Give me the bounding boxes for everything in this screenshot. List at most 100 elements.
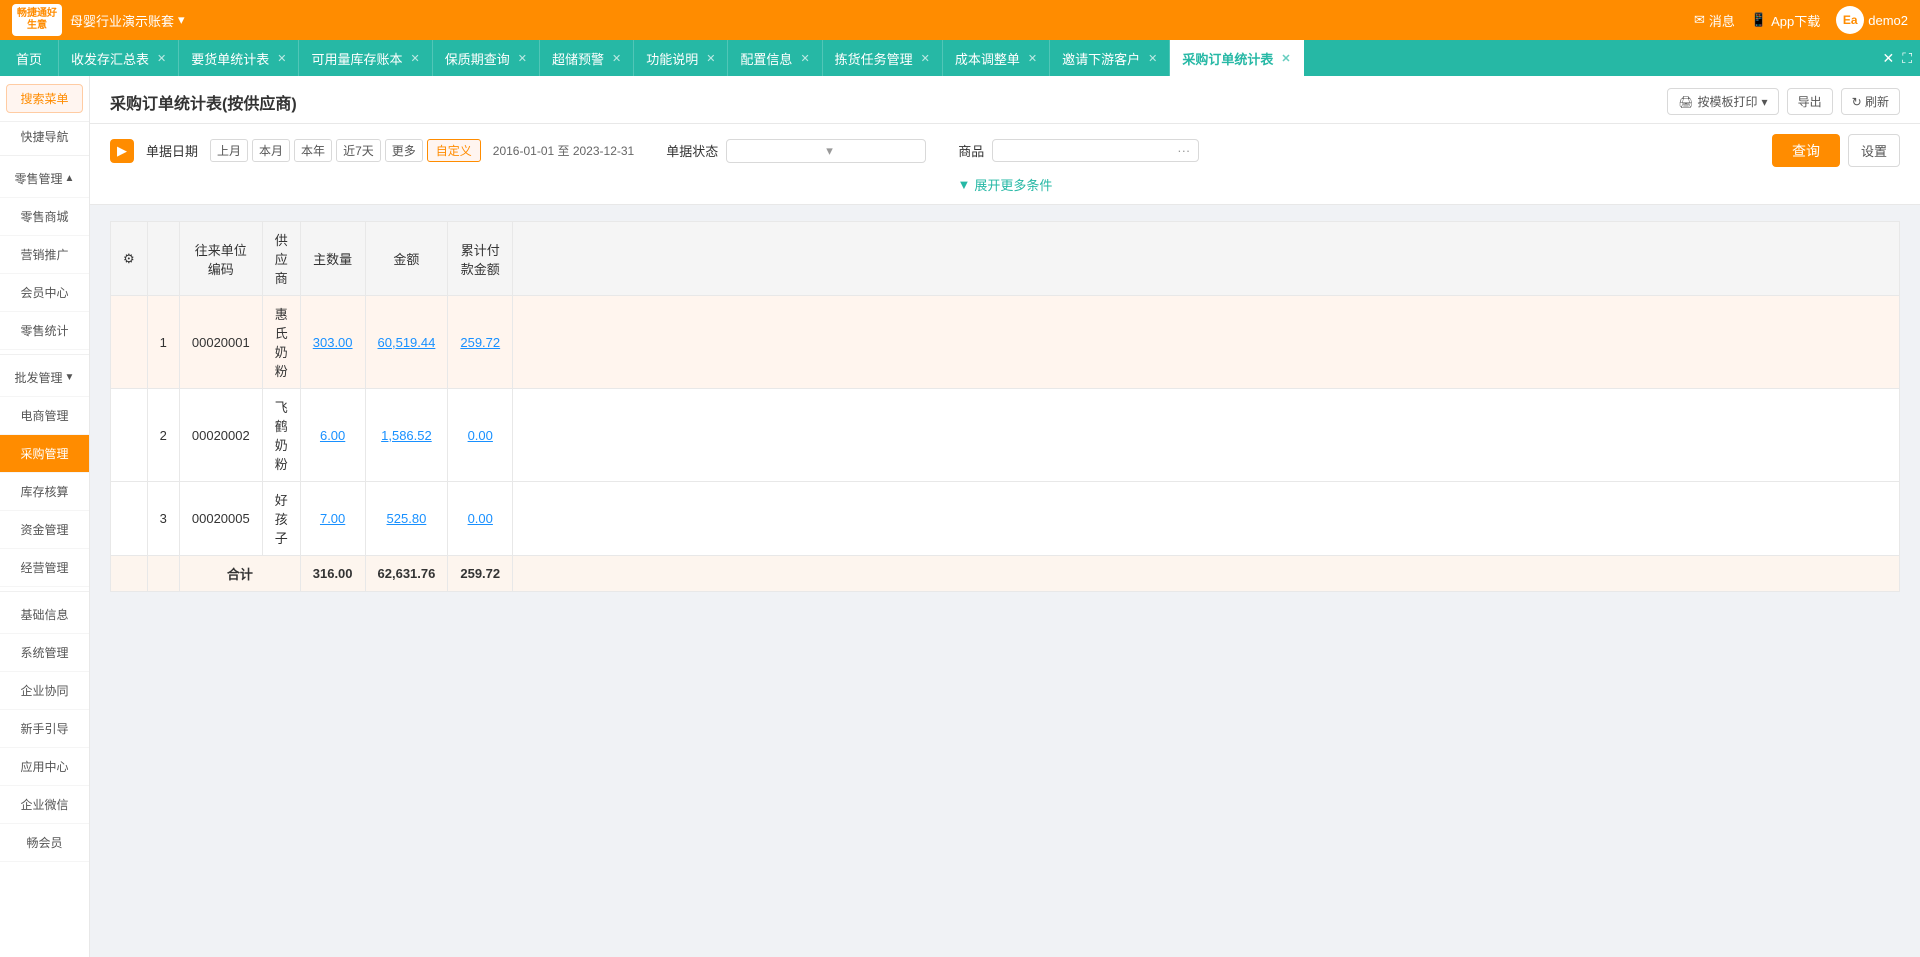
refresh-btn[interactable]: ↻ 刷新 <box>1841 88 1900 115</box>
date-btn-this-year[interactable]: 本年 <box>294 139 332 162</box>
expand-more-btn[interactable]: ▼ 展开更多条件 <box>110 175 1900 194</box>
table-row[interactable]: 3 00020005 好孩子 7.00 525.80 0.00 <box>111 482 1900 556</box>
tab-usable-stock-label: 可用量库存账本 <box>311 49 402 68</box>
tab-config-info-close[interactable]: ✕ <box>800 52 809 65</box>
date-btn-more[interactable]: 更多 <box>385 139 423 162</box>
sidebar-item-retail-mgmt-arrow: ▲ <box>65 173 75 184</box>
table-row[interactable]: 1 00020001 惠氏奶粉 303.00 60,519.44 259.72 <box>111 296 1900 389</box>
sidebar-item-wholesale-arrow: ▼ <box>65 372 75 383</box>
tab-invite-downstream-close[interactable]: ✕ <box>1148 52 1157 65</box>
row-supplier: 惠氏奶粉 <box>262 296 300 389</box>
row-main-qty[interactable]: 6.00 <box>300 389 365 482</box>
row-amount[interactable]: 1,586.52 <box>365 389 448 482</box>
tab-close-all[interactable]: ✕ <box>1882 50 1894 67</box>
sidebar-item-enterprise-wechat[interactable]: 企业微信 <box>0 786 89 824</box>
date-btn-this-month[interactable]: 本月 <box>252 139 290 162</box>
th-extra <box>513 222 1900 296</box>
sidebar-item-retail-mall[interactable]: 零售商城 <box>0 198 89 236</box>
row-main-qty[interactable]: 7.00 <box>300 482 365 556</box>
sidebar-item-enterprise[interactable]: 企业协同 <box>0 672 89 710</box>
refresh-icon: ↻ <box>1852 95 1862 109</box>
tab-purchase-summary[interactable]: 采购订单统计表 ✕ <box>1170 40 1303 76</box>
main-layout: 搜索菜单 快捷导航 零售管理 ▲ 零售商城 营销推广 会员中心 零售统计 批发管… <box>0 76 1920 957</box>
expand-label: 展开更多条件 <box>974 175 1052 194</box>
sidebar-item-new-guide[interactable]: 新手引导 <box>0 710 89 748</box>
tab-overstock[interactable]: 超储预警 ✕ <box>540 40 634 76</box>
app-download-btn[interactable]: 📱 App下载 <box>1751 11 1820 30</box>
query-btn[interactable]: 查询 <box>1772 134 1840 167</box>
tab-validity[interactable]: 保质期查询 ✕ <box>433 40 540 76</box>
row-paid-amount[interactable]: 0.00 <box>448 482 513 556</box>
tab-receive-summary-close[interactable]: ✕ <box>157 52 166 65</box>
tab-usable-stock-close[interactable]: ✕ <box>411 52 420 65</box>
goods-input-wrapper: ··· <box>992 139 1199 162</box>
date-btn-custom[interactable]: 自定义 <box>427 139 481 162</box>
company-selector[interactable]: 母婴行业演示账套 ▾ <box>70 11 185 30</box>
date-btn-last-month[interactable]: 上月 <box>210 139 248 162</box>
table-row[interactable]: 2 00020002 飞鹤奶粉 6.00 1,586.52 0.00 <box>111 389 1900 482</box>
sidebar-item-ecommerce[interactable]: 电商管理 <box>0 397 89 435</box>
sidebar-item-wholesale[interactable]: 批发管理 ▼ <box>0 359 89 397</box>
tab-cost-adjust[interactable]: 成本调整单 ✕ <box>943 40 1050 76</box>
row-amount[interactable]: 525.80 <box>365 482 448 556</box>
sidebar-item-app-center[interactable]: 应用中心 <box>0 748 89 786</box>
sidebar-item-finance-label: 资金管理 <box>20 523 68 537</box>
tab-receive-summary[interactable]: 收发存汇总表 ✕ <box>59 40 179 76</box>
row-paid-amount[interactable]: 0.00 <box>448 389 513 482</box>
sidebar-item-basic-info[interactable]: 基础信息 <box>0 596 89 634</box>
sidebar-quick-nav[interactable]: 快捷导航 <box>0 122 89 151</box>
status-select[interactable]: ▾ <box>726 139 926 163</box>
search-menu-btn[interactable]: 搜索菜单 <box>6 84 83 113</box>
sidebar-item-stock-check-label: 库存核算 <box>20 485 68 499</box>
row-settings-cell <box>111 389 148 482</box>
tab-overstock-close[interactable]: ✕ <box>612 52 621 65</box>
sidebar-item-sys[interactable]: 系统管理 <box>0 634 89 672</box>
filter-toggle-icon: ▶ <box>117 143 127 159</box>
sidebar-item-marketing[interactable]: 营销推广 <box>0 236 89 274</box>
tab-order-summary-close[interactable]: ✕ <box>277 52 286 65</box>
row-amount[interactable]: 60,519.44 <box>365 296 448 389</box>
sidebar-item-retail-stat-label: 零售统计 <box>20 324 68 338</box>
sidebar-item-vip[interactable]: 畅会员 <box>0 824 89 862</box>
row-num-cell: 1 <box>147 296 179 389</box>
goods-input[interactable] <box>1001 143 1177 158</box>
row-paid-amount[interactable]: 259.72 <box>448 296 513 389</box>
sidebar-item-stock-check[interactable]: 库存核算 <box>0 473 89 511</box>
row-main-qty[interactable]: 303.00 <box>300 296 365 389</box>
tab-purchase-summary-close[interactable]: ✕ <box>1281 52 1290 65</box>
top-bar: 畅捷通好生意 母婴行业演示账套 ▾ ✉ 消息 📱 App下载 Ea demo2 <box>0 0 1920 40</box>
sidebar-item-member[interactable]: 会员中心 <box>0 274 89 312</box>
tab-order-summary[interactable]: 要货单统计表 ✕ <box>179 40 299 76</box>
tab-home[interactable]: 首页 <box>0 40 59 76</box>
tab-batch-task-close[interactable]: ✕ <box>921 52 930 65</box>
sidebar-item-retail-mgmt[interactable]: 零售管理 ▲ <box>0 160 89 198</box>
status-dropdown-icon: ▾ <box>826 143 917 159</box>
template-print-btn[interactable]: 🖨 按模板打印 ▾ <box>1667 88 1778 115</box>
tab-function-desc[interactable]: 功能说明 ✕ <box>634 40 728 76</box>
tab-cost-adjust-close[interactable]: ✕ <box>1028 52 1037 65</box>
th-settings[interactable]: ⚙ <box>111 222 148 296</box>
sidebar-item-purchase[interactable]: 采购管理 <box>0 435 89 473</box>
sidebar-item-enterprise-wechat-label: 企业微信 <box>20 798 68 812</box>
tab-usable-stock[interactable]: 可用量库存账本 ✕ <box>299 40 432 76</box>
date-btn-7days[interactable]: 近7天 <box>336 139 381 162</box>
export-btn[interactable]: 导出 <box>1787 88 1833 115</box>
sidebar-item-member-label: 会员中心 <box>20 286 68 300</box>
user-info[interactable]: Ea demo2 <box>1836 6 1908 34</box>
sidebar-item-sys-label: 系统管理 <box>20 646 68 660</box>
tab-invite-downstream[interactable]: 邀请下游客户 ✕ <box>1050 40 1170 76</box>
message-btn[interactable]: ✉ 消息 <box>1694 11 1735 30</box>
sidebar-item-retail-stat[interactable]: 零售统计 <box>0 312 89 350</box>
tab-batch-task[interactable]: 拣货任务管理 ✕ <box>823 40 943 76</box>
tab-validity-close[interactable]: ✕ <box>518 52 527 65</box>
filter-toggle-btn[interactable]: ▶ <box>110 139 134 163</box>
goods-more-icon[interactable]: ··· <box>1177 143 1190 158</box>
sidebar-item-biz[interactable]: 经营管理 <box>0 549 89 587</box>
tab-function-desc-close[interactable]: ✕ <box>706 52 715 65</box>
sidebar-item-finance[interactable]: 资金管理 <box>0 511 89 549</box>
tab-config-info[interactable]: 配置信息 ✕ <box>728 40 822 76</box>
row-extra <box>513 482 1900 556</box>
tab-expand[interactable]: ⛶ <box>1902 50 1912 67</box>
message-icon: ✉ <box>1694 12 1705 28</box>
settings-btn[interactable]: 设置 <box>1848 134 1900 167</box>
